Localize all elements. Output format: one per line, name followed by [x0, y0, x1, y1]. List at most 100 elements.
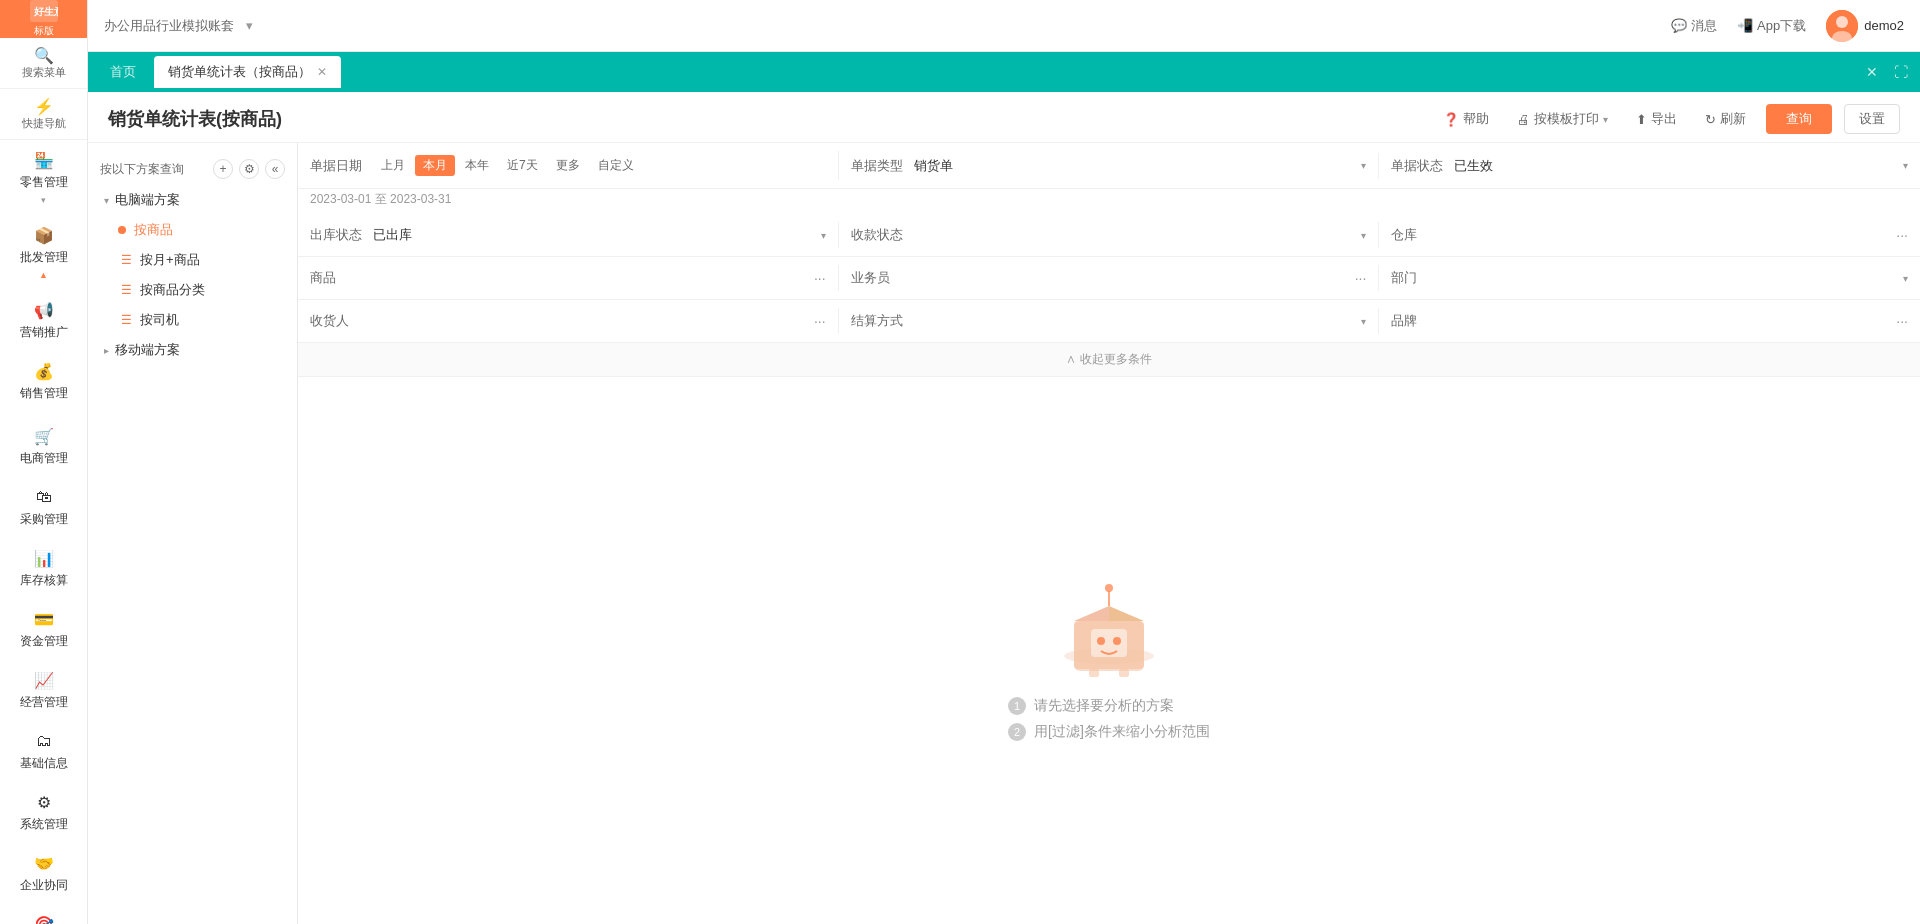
- search-text: 搜索菜单: [6, 65, 81, 80]
- warehouse-label: 仓库: [1391, 226, 1446, 244]
- department-chevron: ▾: [1903, 273, 1908, 284]
- export-btn[interactable]: ⬆ 导出: [1628, 106, 1685, 132]
- tree-group-desktop-header[interactable]: ▾ 电脑端方案: [88, 185, 297, 215]
- type-label: 单据类型: [851, 157, 906, 175]
- tab-report[interactable]: 销货单统计表（按商品） ✕: [154, 56, 341, 88]
- svg-rect-10: [1091, 629, 1127, 657]
- outstock-select[interactable]: 已出库 ▾: [373, 226, 826, 244]
- page-content: 销货单统计表(按商品) ❓ 帮助 🖨 按模板打印 ▾ ⬆ 导出 ↻ 刷新: [88, 92, 1920, 924]
- app-download-btn[interactable]: 📲 App下载: [1737, 17, 1806, 35]
- salesman-dots[interactable]: ···: [1355, 270, 1367, 286]
- category-icon: ☰: [118, 282, 134, 298]
- page-header-right: ❓ 帮助 🖨 按模板打印 ▾ ⬆ 导出 ↻ 刷新 查询 设置: [1435, 104, 1900, 134]
- ecommerce-label: 电商管理: [20, 450, 68, 467]
- retail-arrow: ▾: [41, 195, 46, 205]
- industry-chevron[interactable]: ▾: [246, 18, 253, 33]
- sidebar-item-operations[interactable]: 📈 经营管理: [0, 660, 87, 721]
- print-btn[interactable]: 🖨 按模板打印 ▾: [1509, 106, 1616, 132]
- filter-cell-status: 单据状态 已生效 ▾: [1379, 153, 1920, 179]
- tree-group-mobile-header[interactable]: ▸ 移动端方案: [88, 335, 297, 365]
- brand-label: 品牌: [1391, 312, 1446, 330]
- refresh-btn[interactable]: ↻ 刷新: [1697, 106, 1754, 132]
- status-select[interactable]: 已生效 ▾: [1454, 157, 1908, 175]
- date-tab-last-month[interactable]: 上月: [373, 155, 413, 176]
- system-icon: ⚙: [34, 792, 54, 812]
- sidebar-item-system[interactable]: ⚙ 系统管理: [0, 782, 87, 843]
- sidebar: 好生意 标版 🔍 帮助 搜索菜单 ⚡ 快捷导航 🏪 零售管理 ▾ 📦 批发管理 …: [0, 0, 88, 924]
- type-select[interactable]: 销货单 ▾: [914, 157, 1367, 175]
- sidebar-item-sales[interactable]: 💰 销售管理: [0, 351, 87, 412]
- tab-home[interactable]: 首页: [96, 56, 150, 88]
- tree-item-by-month-product[interactable]: ☰ 按月+商品: [118, 245, 297, 275]
- date-tab-custom[interactable]: 自定义: [590, 155, 642, 176]
- inventory-label: 库存核算: [20, 572, 68, 589]
- date-tab-this-year[interactable]: 本年: [457, 155, 497, 176]
- step-2-number: 2: [1008, 723, 1026, 741]
- tree-item-by-cashier[interactable]: ☰ 按司机: [118, 305, 297, 335]
- status-chevron: ▾: [1903, 160, 1908, 171]
- date-tab-this-month[interactable]: 本月: [415, 155, 455, 176]
- home-tab-label: 首页: [110, 63, 136, 81]
- sidebar-item-marketing[interactable]: 📢 营销推广: [0, 290, 87, 351]
- by-category-label: 按商品分类: [140, 281, 205, 299]
- sidebar-item-inventory[interactable]: 📊 库存核算: [0, 538, 87, 599]
- date-tab-7days[interactable]: 近7天: [499, 155, 546, 176]
- collapse-bar[interactable]: ∧ 收起更多条件: [298, 343, 1920, 377]
- by-product-label: 按商品: [134, 221, 173, 239]
- sidebar-item-ecommerce[interactable]: 🛒 电商管理: [0, 416, 87, 477]
- payment-select[interactable]: ▾: [914, 230, 1367, 241]
- panel-add-btn[interactable]: +: [213, 159, 233, 179]
- svg-point-12: [1113, 637, 1121, 645]
- quick-nav-label: 快捷导航: [6, 116, 81, 131]
- page-title: 销货单统计表(按商品): [108, 107, 282, 131]
- sidebar-item-basic[interactable]: 🗂 基础信息: [0, 721, 87, 782]
- export-icon: ⬆: [1636, 112, 1647, 127]
- enterprise-label: 企业协同: [20, 877, 68, 894]
- tree-item-by-category[interactable]: ☰ 按商品分类: [118, 275, 297, 305]
- product-label: 商品: [310, 269, 365, 287]
- user-profile[interactable]: demo2: [1826, 10, 1904, 42]
- receiver-dots[interactable]: ···: [814, 313, 826, 329]
- empty-text: 1 请先选择要分析的方案 2 用[过滤]条件来缩小分析范围: [1008, 697, 1210, 741]
- sidebar-item-enterprise[interactable]: 🤝 企业协同: [0, 843, 87, 904]
- settings-btn[interactable]: 设置: [1844, 104, 1900, 134]
- filter-cell-department: 部门 ▾: [1379, 265, 1920, 291]
- filter-cell-outstock: 出库状态 已出库 ▾: [298, 222, 839, 248]
- wholesale-label: 批发管理: [20, 249, 68, 266]
- step-1-text: 请先选择要分析的方案: [1034, 697, 1174, 715]
- filter-cell-receiver: 收货人 ···: [298, 308, 839, 334]
- message-btn[interactable]: 💬 消息: [1671, 17, 1717, 35]
- tab-close-all-btn[interactable]: ✕: [1862, 60, 1882, 84]
- warehouse-dots[interactable]: ···: [1896, 227, 1908, 243]
- step-1-number: 1: [1008, 697, 1026, 715]
- tree-item-by-product[interactable]: 按商品: [118, 215, 297, 245]
- sidebar-item-wholesale[interactable]: 📦 批发管理 ▲: [0, 215, 87, 290]
- left-panel: 按以下方案查询 + ⚙ « ▾ 电脑端方案: [88, 143, 298, 924]
- brand-dots[interactable]: ···: [1896, 313, 1908, 329]
- sidebar-item-retail[interactable]: 🏪 零售管理 ▾: [0, 140, 87, 215]
- settlement-select[interactable]: ▾: [914, 316, 1367, 327]
- desktop-label: 电脑端方案: [115, 191, 180, 209]
- sidebar-item-finance[interactable]: 💳 资金管理: [0, 599, 87, 660]
- tab-close-icon[interactable]: ✕: [317, 65, 327, 79]
- sidebar-item-newcomer[interactable]: 🎯 新手引导: [0, 904, 87, 924]
- empty-step-2: 2 用[过滤]条件来缩小分析范围: [1008, 723, 1210, 741]
- product-dots[interactable]: ···: [814, 270, 826, 286]
- panel-collapse-btn[interactable]: «: [265, 159, 285, 179]
- quick-nav-item[interactable]: ⚡ 快捷导航: [0, 89, 87, 140]
- settlement-chevron: ▾: [1361, 316, 1366, 327]
- search-menu-item[interactable]: 🔍 帮助 搜索菜单: [0, 38, 87, 89]
- panel-settings-btn[interactable]: ⚙: [239, 159, 259, 179]
- date-tab-more[interactable]: 更多: [548, 155, 588, 176]
- refresh-label: 刷新: [1720, 110, 1746, 128]
- department-select[interactable]: ▾: [1454, 273, 1908, 284]
- query-btn[interactable]: 查询: [1766, 104, 1832, 134]
- help-btn[interactable]: ❓ 帮助: [1435, 106, 1497, 132]
- sidebar-item-purchase[interactable]: 🛍 采购管理: [0, 477, 87, 538]
- tab-expand-btn[interactable]: ⛶: [1890, 60, 1912, 84]
- filter-row-4: 收货人 ··· 结算方式 ▾ 品牌 ···: [298, 300, 1920, 343]
- status-value: 已生效: [1454, 157, 1899, 175]
- main-area: 办公用品行业模拟账套 ▾ 💬 消息 📲 App下载 demo2 首页 销: [88, 0, 1920, 924]
- app-logo[interactable]: 好生意 标版: [0, 0, 88, 38]
- outstock-value: 已出库: [373, 226, 817, 244]
